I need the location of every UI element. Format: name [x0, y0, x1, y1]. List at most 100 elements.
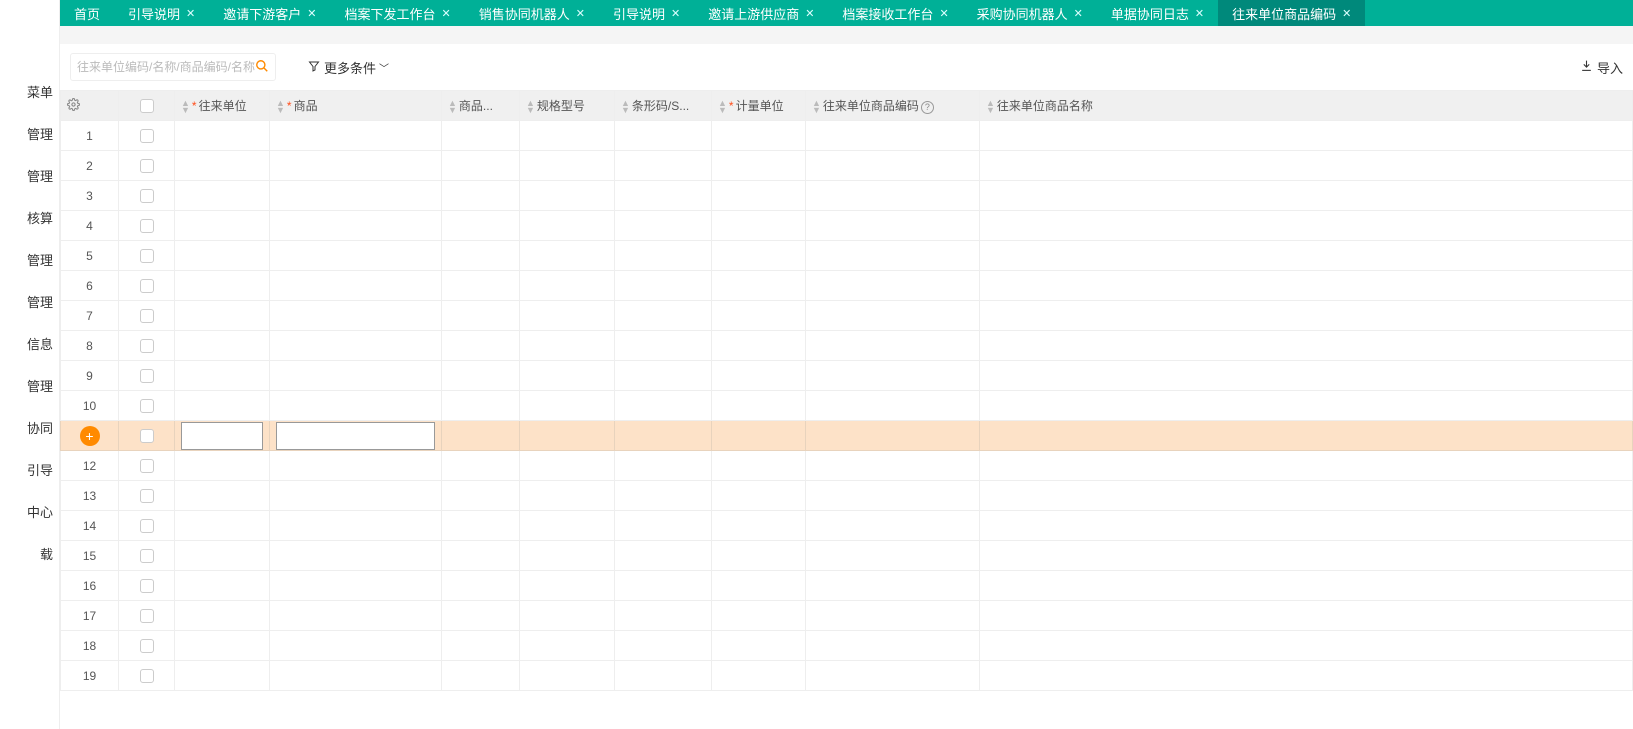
cell[interactable]: [442, 241, 520, 271]
row-checkbox-cell[interactable]: [119, 211, 175, 241]
cell[interactable]: [520, 421, 615, 451]
cell[interactable]: [615, 421, 712, 451]
sidebar-item-3[interactable]: 核算: [0, 196, 59, 238]
row-checkbox-cell[interactable]: [119, 631, 175, 661]
close-icon[interactable]: ✕: [576, 7, 585, 20]
cell[interactable]: [442, 361, 520, 391]
row-checkbox-cell[interactable]: [119, 121, 175, 151]
sidebar-item-6[interactable]: 信息: [0, 322, 59, 364]
cell[interactable]: [442, 121, 520, 151]
cell[interactable]: [270, 571, 442, 601]
cell[interactable]: [270, 511, 442, 541]
cell[interactable]: [806, 481, 980, 511]
close-icon[interactable]: ✕: [805, 7, 814, 20]
cell[interactable]: [806, 511, 980, 541]
table-row[interactable]: 10: [61, 391, 1633, 421]
cell[interactable]: [980, 511, 1633, 541]
table-row[interactable]: 17: [61, 601, 1633, 631]
cell[interactable]: [806, 331, 980, 361]
table-row[interactable]: 19: [61, 661, 1633, 691]
sidebar-item-7[interactable]: 管理: [0, 364, 59, 406]
cell[interactable]: [442, 211, 520, 241]
checkbox[interactable]: [140, 669, 154, 683]
checkbox[interactable]: [140, 99, 154, 113]
table-row[interactable]: 12: [61, 451, 1633, 481]
cell[interactable]: [175, 511, 270, 541]
cell[interactable]: [270, 451, 442, 481]
cell[interactable]: [980, 331, 1633, 361]
cell[interactable]: [712, 631, 806, 661]
sidebar-item-5[interactable]: 管理: [0, 280, 59, 322]
cell[interactable]: [442, 481, 520, 511]
cell-editor[interactable]: [181, 422, 263, 450]
cell[interactable]: [980, 661, 1633, 691]
cell[interactable]: [806, 211, 980, 241]
checkbox[interactable]: [140, 549, 154, 563]
cell[interactable]: [520, 511, 615, 541]
cell[interactable]: [712, 661, 806, 691]
checkbox[interactable]: [140, 369, 154, 383]
cell[interactable]: [806, 661, 980, 691]
cell[interactable]: [520, 571, 615, 601]
table-row[interactable]: 18: [61, 631, 1633, 661]
cell[interactable]: [806, 361, 980, 391]
row-checkbox-cell[interactable]: [119, 241, 175, 271]
checkbox[interactable]: [140, 279, 154, 293]
cell[interactable]: [175, 481, 270, 511]
cell[interactable]: [806, 601, 980, 631]
cell[interactable]: [442, 511, 520, 541]
cell[interactable]: [270, 481, 442, 511]
checkbox[interactable]: [140, 339, 154, 353]
tab-3[interactable]: 档案下发工作台✕: [330, 0, 464, 26]
cell[interactable]: [712, 151, 806, 181]
checkbox[interactable]: [140, 579, 154, 593]
cell[interactable]: [980, 541, 1633, 571]
search-input[interactable]: [77, 60, 255, 74]
cell[interactable]: [270, 391, 442, 421]
close-icon[interactable]: ✕: [307, 7, 316, 20]
cell[interactable]: [175, 211, 270, 241]
row-checkbox-cell[interactable]: [119, 601, 175, 631]
cell[interactable]: [442, 391, 520, 421]
tab-7[interactable]: 档案接收工作台✕: [828, 0, 962, 26]
cell[interactable]: [615, 301, 712, 331]
cell[interactable]: [806, 241, 980, 271]
cell[interactable]: [270, 271, 442, 301]
checkbox[interactable]: [140, 609, 154, 623]
cell[interactable]: [520, 601, 615, 631]
row-checkbox-cell[interactable]: [119, 481, 175, 511]
col-unit[interactable]: *往来单位: [175, 91, 270, 121]
cell[interactable]: [175, 271, 270, 301]
cell[interactable]: [615, 661, 712, 691]
cell[interactable]: [270, 331, 442, 361]
cell[interactable]: [442, 151, 520, 181]
cell[interactable]: [520, 661, 615, 691]
table-row[interactable]: 15: [61, 541, 1633, 571]
cell[interactable]: [615, 151, 712, 181]
row-checkbox-cell[interactable]: [119, 511, 175, 541]
cell[interactable]: [520, 271, 615, 301]
table-row[interactable]: 1: [61, 121, 1633, 151]
tab-10[interactable]: 往来单位商品编码✕: [1218, 0, 1365, 26]
cell[interactable]: [806, 271, 980, 301]
sidebar-item-1[interactable]: 管理: [0, 112, 59, 154]
tab-9[interactable]: 单据协同日志✕: [1097, 0, 1218, 26]
cell[interactable]: [712, 331, 806, 361]
sidebar-item-9[interactable]: 引导: [0, 448, 59, 490]
cell[interactable]: [712, 211, 806, 241]
col-prod-class[interactable]: 商品...: [442, 91, 520, 121]
cell[interactable]: [270, 601, 442, 631]
cell[interactable]: [175, 421, 270, 451]
row-checkbox-cell[interactable]: [119, 361, 175, 391]
cell[interactable]: [712, 541, 806, 571]
close-icon[interactable]: ✕: [442, 7, 451, 20]
col-unit-code[interactable]: 往来单位商品编码?: [806, 91, 980, 121]
cell[interactable]: [520, 151, 615, 181]
cell[interactable]: [270, 541, 442, 571]
tab-5[interactable]: 引导说明✕: [599, 0, 694, 26]
cell[interactable]: [806, 301, 980, 331]
cell[interactable]: [806, 541, 980, 571]
cell[interactable]: [712, 121, 806, 151]
cell[interactable]: [175, 451, 270, 481]
cell[interactable]: [615, 571, 712, 601]
